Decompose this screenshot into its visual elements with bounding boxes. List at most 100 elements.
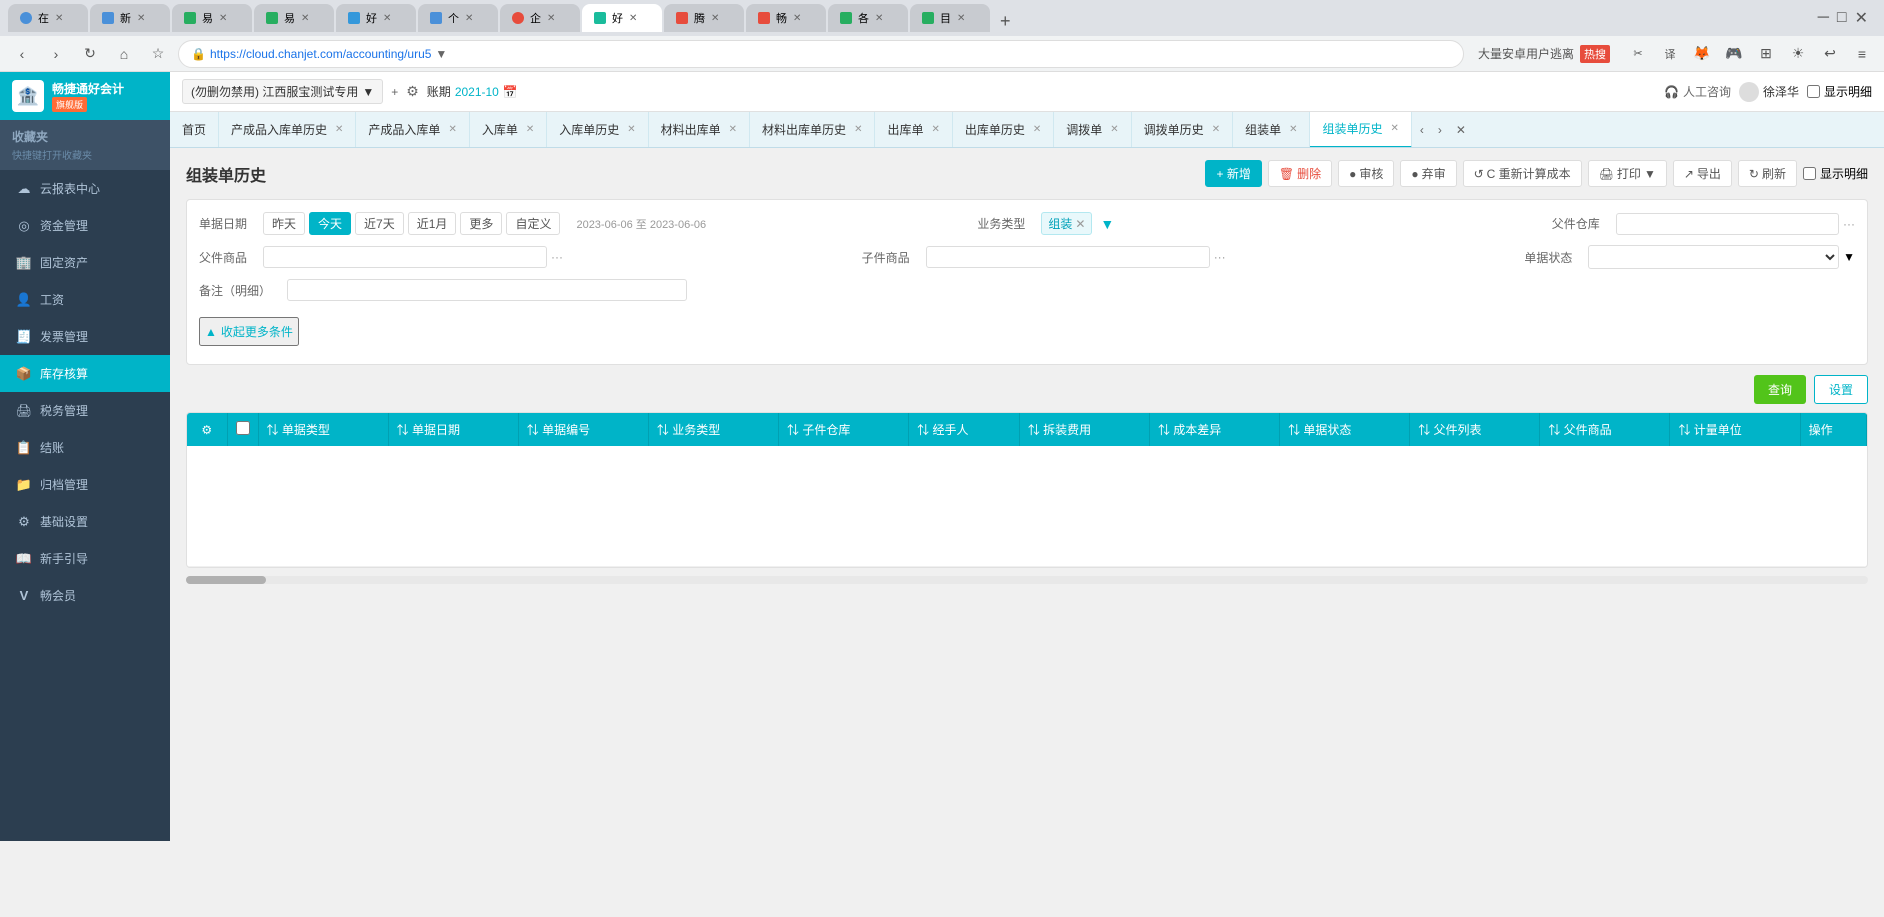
date-yesterday-btn[interactable]: 昨天 [263,212,305,235]
browser-tab-0[interactable]: 在 ✕ [8,4,88,32]
col-parent-list[interactable]: ⇅ 父件列表 [1410,413,1540,446]
home-button[interactable]: ⌂ [110,40,138,68]
show-detail-checkbox[interactable]: 显示明细 [1807,83,1872,100]
tab-10-close[interactable]: ✕ [1212,124,1220,135]
date-today-btn[interactable]: 今天 [309,212,351,235]
address-bar[interactable]: 🔒 https://cloud.chanjet.com/accounting/u… [178,40,1464,68]
sidebar-item-tax[interactable]: 🖨 税务管理 [0,392,170,429]
undo-button[interactable]: ↩ [1816,40,1844,68]
new-tab-button[interactable]: + [992,11,1019,32]
tab-2-close[interactable]: ✕ [448,124,456,135]
delete-button[interactable]: 🗑 删除 [1268,160,1332,187]
emoji-button[interactable]: 🦊 [1688,40,1716,68]
browser-tab-7[interactable]: 好 ✕ [582,4,662,32]
tab-8-close[interactable]: ✕ [1033,124,1041,135]
tab-4-close[interactable]: ✕ [627,124,635,135]
browser-tab-2[interactable]: 易 ✕ [172,4,252,32]
col-doc-status[interactable]: ⇅ 单据状态 [1280,413,1410,446]
sidebar-item-settings[interactable]: ⚙ 基础设置 [0,503,170,540]
browser-tab-6[interactable]: 企 ✕ [500,4,580,32]
col-parent-goods[interactable]: ⇅ 父件商品 [1540,413,1670,446]
tab-3-close[interactable]: ✕ [526,124,534,135]
horizontal-scrollbar[interactable] [186,576,1868,584]
browser-tab-4[interactable]: 好 ✕ [336,4,416,32]
cut-button[interactable]: ✂ [1624,40,1652,68]
col-doc-type[interactable]: ⇅ 单据类型 [258,413,388,446]
show-detail-right-input[interactable] [1803,167,1816,180]
business-type-dropdown[interactable]: ▼ [1100,216,1114,232]
tab-1-close[interactable]: ✕ [335,124,343,135]
recalculate-button[interactable]: ↺ C 重新计算成本 [1463,160,1582,187]
tab-outbound[interactable]: 出库单 ✕ [875,112,952,148]
export-button[interactable]: ↗ 导出 [1673,160,1732,187]
scroll-thumb[interactable] [186,576,266,584]
parent-goods-more[interactable]: ··· [551,250,563,264]
add-company-button[interactable]: + [391,85,398,99]
sidebar-item-member[interactable]: V 畅会员 [0,577,170,614]
parent-goods-input[interactable] [263,246,547,268]
maximize-button[interactable]: □ [1837,9,1847,27]
tab-9-close[interactable]: ✕ [1110,124,1118,135]
date-1month-btn[interactable]: 近1月 [408,212,457,235]
date-7days-btn[interactable]: 近7天 [355,212,404,235]
tab-right-btn[interactable]: › [1432,121,1448,139]
refresh-button[interactable]: ↻ 刷新 [1738,160,1797,187]
date-more-btn[interactable]: 更多 [460,212,502,235]
tab-inbound-history[interactable]: 入库单历史 ✕ [547,112,648,148]
child-goods-more[interactable]: ··· [1214,250,1226,264]
company-selector[interactable]: (勿删勿禁用) 江西服宝测试专用 ▼ [182,79,383,104]
tab-finished-goods-history[interactable]: 产成品入库单历史 ✕ [219,112,356,148]
tab-assembly[interactable]: 组装单 ✕ [1233,112,1310,148]
sidebar-item-guide[interactable]: 📖 新手引导 [0,540,170,577]
browser-tab-10[interactable]: 各 ✕ [828,4,908,32]
tab-material-outbound[interactable]: 材料出库单 ✕ [649,112,750,148]
browser-tab-11[interactable]: 目 ✕ [910,4,990,32]
review-button[interactable]: ● 审核 [1338,160,1394,187]
tab-6-close[interactable]: ✕ [854,124,862,135]
abandon-button[interactable]: ● 弃审 [1400,160,1456,187]
col-doc-date[interactable]: ⇅ 单据日期 [388,413,518,446]
show-detail-input[interactable] [1807,85,1820,98]
col-checkbox[interactable] [227,413,258,446]
print-button[interactable]: 🖨 打印 ▼ [1588,160,1667,187]
settings-cog-button[interactable]: ⚙ [406,83,419,100]
tab-home[interactable]: 首页 [170,112,219,148]
business-type-tag-close[interactable]: ✕ [1075,217,1085,231]
tab-7-close[interactable]: ✕ [931,124,939,135]
sidebar-item-close-accounts[interactable]: 📋 结账 [0,429,170,466]
sidebar-item-archive[interactable]: 📁 归档管理 [0,466,170,503]
show-detail-right[interactable]: 显示明细 [1803,165,1868,182]
sidebar-item-invoice[interactable]: 🧾 发票管理 [0,318,170,355]
date-custom-btn[interactable]: 自定义 [506,212,560,235]
forward-button[interactable]: › [42,40,70,68]
settings-button[interactable]: 设置 [1814,375,1868,404]
col-child-warehouse[interactable]: ⇅ 子件仓库 [779,413,909,446]
refresh-browser-button[interactable]: ↻ [76,40,104,68]
child-goods-input[interactable] [926,246,1210,268]
back-button[interactable]: ‹ [8,40,36,68]
tab-close-all-btn[interactable]: ✕ [1450,121,1472,139]
theme-button[interactable]: ☀ [1784,40,1812,68]
notes-input[interactable] [287,279,687,301]
sidebar-item-salary[interactable]: 👤 工资 [0,281,170,318]
status-select[interactable] [1588,245,1839,269]
translate-button[interactable]: 译 [1656,40,1684,68]
sidebar-item-inventory[interactable]: 📦 库存核算 [0,355,170,392]
bookmark-button[interactable]: ☆ [144,40,172,68]
browser-tab-9[interactable]: 畅 ✕ [746,4,826,32]
browser-tab-1[interactable]: 新 ✕ [90,4,170,32]
grid-button[interactable]: ⊞ [1752,40,1780,68]
browser-tab-3[interactable]: 易 ✕ [254,4,334,32]
minimize-button[interactable]: ─ [1818,9,1829,27]
sidebar-favorites[interactable]: 收藏夹 快捷键打开收藏夹 [0,120,170,170]
collapse-button[interactable]: ▲ 收起更多条件 [199,317,299,346]
tab-5-close[interactable]: ✕ [729,124,737,135]
browser-tab-8[interactable]: 腾 ✕ [664,4,744,32]
tab-transfer-history[interactable]: 调拨单历史 ✕ [1132,112,1233,148]
col-cost-variance[interactable]: ⇅ 成本差异 [1149,413,1279,446]
user-info[interactable]: 徐泽华 [1739,82,1799,102]
parent-warehouse-input[interactable] [1616,213,1839,235]
tab-left-btn[interactable]: ‹ [1414,121,1430,139]
menu-button[interactable]: ≡ [1848,40,1876,68]
browser-tab-5[interactable]: 个 ✕ [418,4,498,32]
